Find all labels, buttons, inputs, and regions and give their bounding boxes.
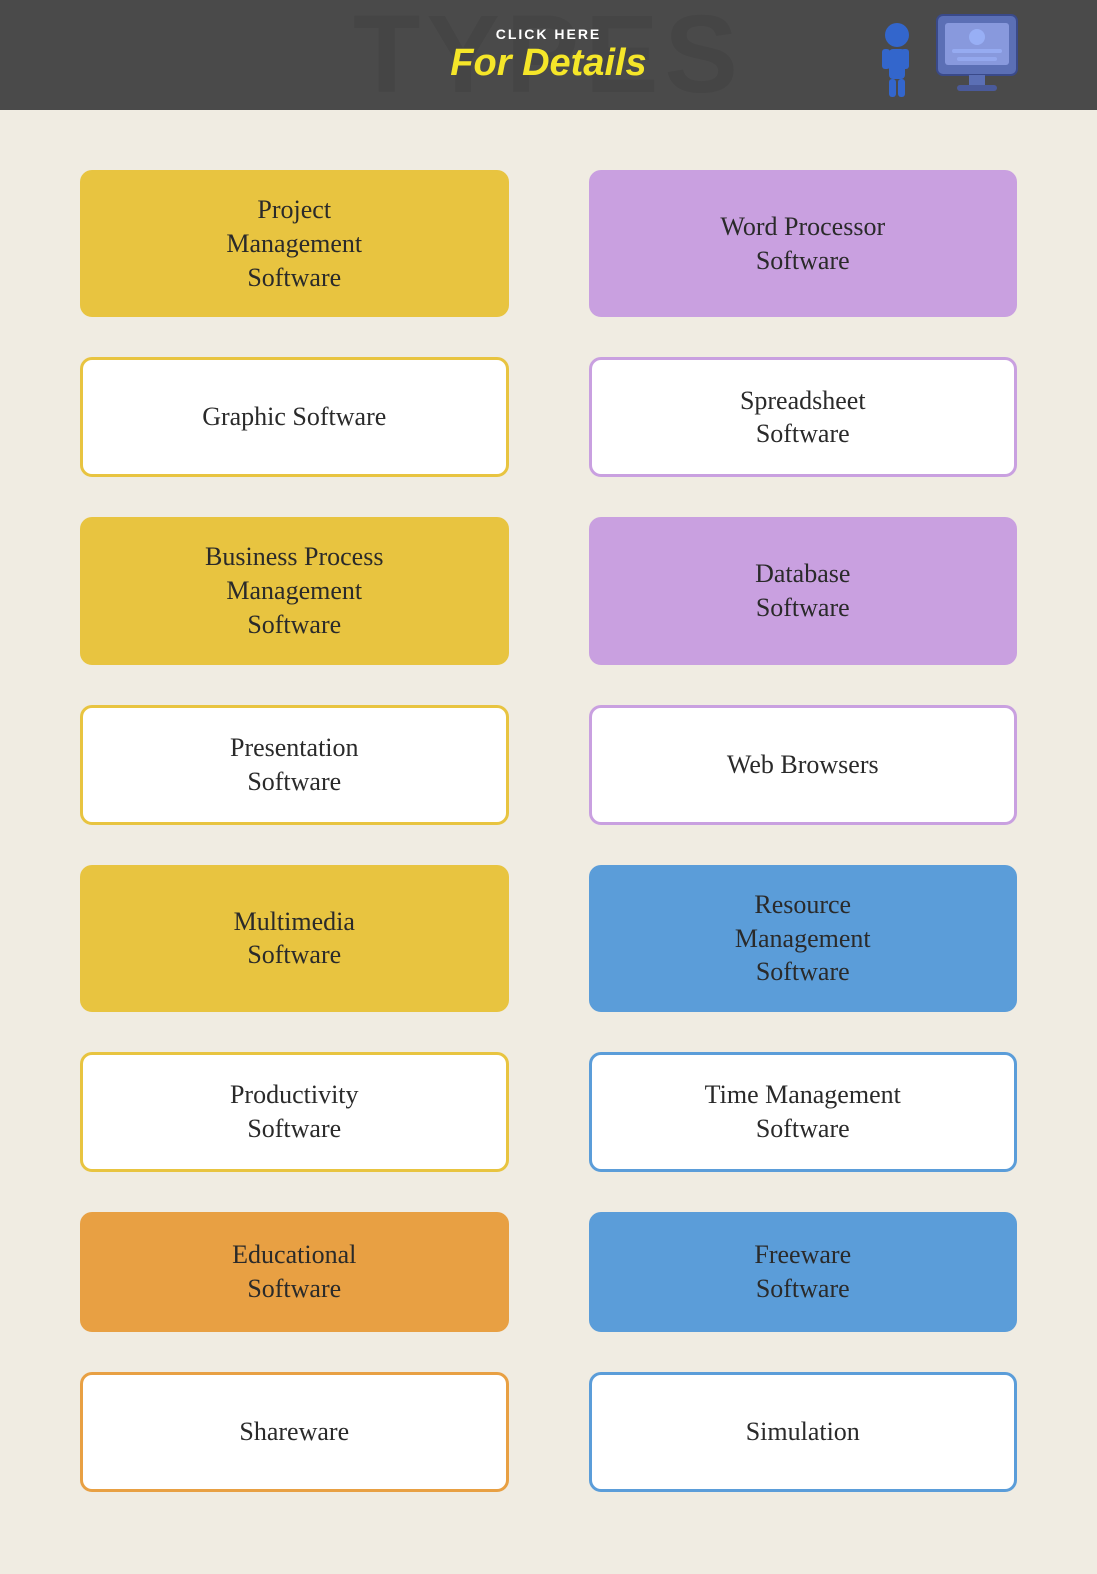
productivity-label: Productivity Software (230, 1078, 359, 1146)
simulation-label: Simulation (746, 1415, 860, 1449)
word-processor-label: Word Processor Software (720, 210, 885, 278)
presentation-label: Presentation Software (230, 731, 359, 799)
presentation-card[interactable]: Presentation Software (80, 705, 509, 825)
shareware-label: Shareware (239, 1415, 349, 1449)
graphic-card[interactable]: Graphic Software (80, 357, 509, 477)
robot-icon (877, 5, 1037, 105)
database-card[interactable]: Database Software (589, 517, 1018, 664)
shareware-card[interactable]: Shareware (80, 1372, 509, 1492)
project-management-card[interactable]: Project Management Software (80, 170, 509, 317)
header: TYPES CLICK HERE For Details (0, 0, 1097, 110)
multimedia-card[interactable]: Multimedia Software (80, 865, 509, 1012)
simulation-card[interactable]: Simulation (589, 1372, 1018, 1492)
time-management-label: Time Management Software (705, 1078, 901, 1146)
resource-management-label: Resource Management Software (735, 888, 871, 989)
business-process-card[interactable]: Business Process Management Software (80, 517, 509, 664)
for-details-text[interactable]: For Details (450, 42, 646, 85)
multimedia-label: Multimedia Software (234, 905, 355, 973)
project-management-label: Project Management Software (226, 193, 362, 294)
spreadsheet-card[interactable]: Spreadsheet Software (589, 357, 1018, 477)
click-here-text: CLICK HERE (450, 26, 646, 42)
resource-management-card[interactable]: Resource Management Software (589, 865, 1018, 1012)
spreadsheet-label: Spreadsheet Software (740, 384, 866, 452)
database-label: Database Software (755, 557, 850, 625)
web-browsers-label: Web Browsers (727, 748, 879, 782)
productivity-card[interactable]: Productivity Software (80, 1052, 509, 1172)
educational-card[interactable]: Educational Software (80, 1212, 509, 1332)
educational-label: Educational Software (232, 1238, 356, 1306)
freeware-label: Freeware Software (754, 1238, 851, 1306)
freeware-card[interactable]: Freeware Software (589, 1212, 1018, 1332)
business-process-label: Business Process Management Software (205, 540, 383, 641)
time-management-card[interactable]: Time Management Software (589, 1052, 1018, 1172)
word-processor-card[interactable]: Word Processor Software (589, 170, 1018, 317)
cards-grid: Project Management Software Word Processo… (0, 110, 1097, 1552)
header-cta[interactable]: CLICK HERE For Details (450, 26, 646, 85)
graphic-label: Graphic Software (202, 400, 386, 434)
web-browsers-card[interactable]: Web Browsers (589, 705, 1018, 825)
